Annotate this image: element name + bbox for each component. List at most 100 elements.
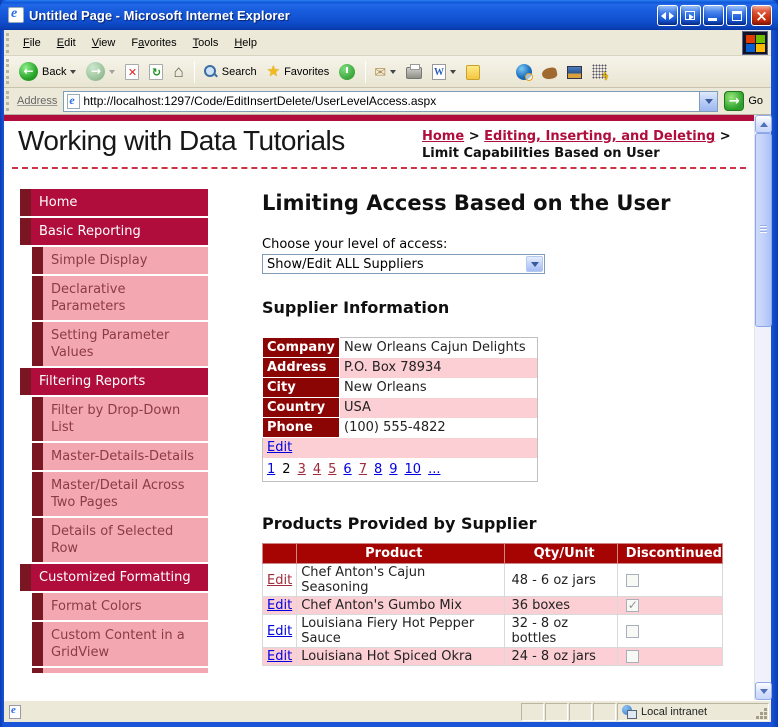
- discontinued-checkbox[interactable]: [625, 573, 639, 587]
- menu-bullet-icon: [32, 322, 43, 366]
- toolbar-grip[interactable]: [6, 59, 11, 84]
- sidebar-item-home[interactable]: Home: [20, 189, 208, 216]
- go-button[interactable]: →: [724, 91, 745, 111]
- sidebar-item-simple-display[interactable]: Simple Display: [32, 247, 208, 274]
- stop-icon: ✕: [125, 63, 140, 80]
- sidebar-item-master-detail-across-two-pages[interactable]: Master/Detail Across Two Pages: [32, 472, 208, 516]
- close-button[interactable]: ×: [751, 5, 772, 26]
- addon-lookup-button[interactable]: [563, 62, 586, 81]
- sidebar-item-partially-visible[interactable]: Custom Content in a DetailsView: [32, 668, 208, 673]
- stop-button[interactable]: ✕: [121, 62, 143, 82]
- scrollbar-thumb[interactable]: [755, 133, 772, 327]
- discontinued-checkbox[interactable]: [625, 650, 639, 663]
- grid-header-row: Product Qty/Unit Discontinued: [261, 543, 724, 564]
- menu-tools[interactable]: Tools: [185, 34, 227, 52]
- menu-view[interactable]: View: [84, 34, 124, 52]
- sidebar-item-basic-reporting[interactable]: Basic Reporting: [20, 218, 208, 245]
- export-window-icon: [685, 11, 695, 20]
- minimize-button[interactable]: [703, 5, 724, 26]
- menubar-grip[interactable]: [6, 32, 11, 53]
- mail-button[interactable]: ✉: [370, 63, 400, 81]
- home-icon: ⌂: [173, 62, 184, 81]
- menu-favorites[interactable]: Favorites: [123, 34, 184, 52]
- forward-button[interactable]: →: [82, 60, 119, 83]
- discontinued-checkbox[interactable]: [625, 598, 639, 612]
- status-pane: [569, 702, 592, 721]
- discontinued-checkbox[interactable]: [625, 624, 639, 638]
- product-edit-link[interactable]: Edit: [267, 573, 292, 588]
- vertical-scrollbar[interactable]: [754, 115, 772, 700]
- forward-icon: →: [86, 62, 106, 81]
- history-button[interactable]: [335, 62, 359, 82]
- page-header: Working with Data Tutorials Home > Editi…: [4, 121, 754, 167]
- product-edit-link[interactable]: Edit: [267, 598, 292, 613]
- back-label: Back: [42, 65, 67, 78]
- table-row: Edit: [262, 437, 538, 458]
- sidebar-item-custom-content-gridview[interactable]: Custom Content in a GridView: [32, 622, 208, 666]
- select-arrow-button[interactable]: [526, 256, 543, 272]
- standard-toolbar: ← Back → ✕ ↻ ⌂ Search ★ Favorites ✉ W ϟ: [4, 56, 771, 88]
- table-row: Edit Louisiana Hot Spiced Okra 24 - 8 oz…: [261, 647, 724, 666]
- address-input[interactable]: [83, 92, 700, 110]
- pager-page-7[interactable]: 7: [359, 462, 367, 477]
- sidebar-item-master-details-details[interactable]: Master-Details-Details: [32, 443, 208, 470]
- security-zone-label: Local intranet: [641, 705, 708, 718]
- products-section-heading: Products Provided by Supplier: [262, 514, 537, 533]
- pager-page-9[interactable]: 9: [389, 462, 397, 477]
- scroll-down-button[interactable]: [755, 682, 772, 700]
- search-button[interactable]: Search: [199, 62, 261, 81]
- sidebar-item-customized-formatting[interactable]: Customized Formatting: [20, 564, 208, 591]
- menu-bullet-icon: [32, 276, 43, 320]
- supplier-edit-link[interactable]: Edit: [267, 440, 292, 455]
- pager-next-ellipsis[interactable]: ...: [428, 462, 440, 477]
- pager-page-8[interactable]: 8: [374, 462, 382, 477]
- sidebar-item-setting-parameter-values[interactable]: Setting Parameter Values: [32, 322, 208, 366]
- pager-page-1[interactable]: 1: [267, 462, 275, 477]
- addon-research-button[interactable]: [538, 63, 561, 81]
- pager-page-4[interactable]: 4: [313, 462, 321, 477]
- sidebar-item-filtering-reports[interactable]: Filtering Reports: [20, 368, 208, 395]
- sidebar-item-declarative-parameters[interactable]: Declarative Parameters: [32, 276, 208, 320]
- edit-with-word-button[interactable]: W: [428, 62, 460, 82]
- addon-script-button[interactable]: ϟ: [588, 62, 611, 82]
- table-row: Edit Louisiana Fiery Hot Pepper Sauce 32…: [261, 614, 724, 648]
- pager-page-3[interactable]: 3: [298, 462, 306, 477]
- sidebar-item-details-of-selected-row[interactable]: Details of Selected Row: [32, 518, 208, 562]
- menu-help[interactable]: Help: [226, 34, 265, 52]
- web-page: Working with Data Tutorials Home > Editi…: [4, 115, 754, 700]
- products-grid: Product Qty/Unit Discontinued Edit Chef …: [261, 543, 724, 666]
- pager-page-6[interactable]: 6: [343, 462, 351, 477]
- left-right-arrows-icon: [661, 12, 674, 20]
- back-button[interactable]: ← Back: [15, 60, 80, 83]
- access-level-label: Choose your level of access:: [262, 237, 448, 252]
- status-pane: [593, 702, 616, 721]
- scroll-up-button[interactable]: [755, 115, 772, 133]
- product-edit-link[interactable]: Edit: [267, 649, 292, 664]
- favorites-button[interactable]: ★ Favorites: [263, 62, 334, 81]
- address-dropdown-button[interactable]: [699, 91, 718, 111]
- menu-file[interactable]: File: [15, 34, 49, 52]
- sidebar-item-format-colors[interactable]: Format Colors: [32, 593, 208, 620]
- site-title: Working with Data Tutorials: [18, 125, 345, 156]
- title-custom-export-button[interactable]: [680, 5, 701, 26]
- breadcrumb-section-link[interactable]: Editing, Inserting, and Deleting: [484, 129, 715, 144]
- title-custom-arrows-button[interactable]: [657, 5, 678, 26]
- home-button[interactable]: ⌂: [169, 61, 187, 82]
- print-button[interactable]: [402, 62, 426, 81]
- status-pane: [521, 702, 544, 721]
- addon-web-search-button[interactable]: [512, 62, 536, 82]
- table-row: Edit Chef Anton's Gumbo Mix 36 boxes: [261, 596, 724, 615]
- window-resize-grip[interactable]: [764, 715, 767, 719]
- addressbar-grip[interactable]: [6, 90, 11, 112]
- pager-page-10[interactable]: 10: [405, 462, 422, 477]
- product-edit-link[interactable]: Edit: [267, 624, 292, 639]
- access-level-select[interactable]: Show/Edit ALL Suppliers: [262, 254, 545, 274]
- maximize-button[interactable]: [726, 5, 747, 26]
- breadcrumb-separator: >: [719, 129, 731, 144]
- breadcrumb-home-link[interactable]: Home: [422, 129, 464, 144]
- messenger-button[interactable]: [462, 62, 484, 82]
- sidebar-item-filter-by-dropdown-list[interactable]: Filter by Drop-Down List: [32, 397, 208, 441]
- menu-edit[interactable]: Edit: [49, 34, 84, 52]
- refresh-button[interactable]: ↻: [145, 62, 167, 82]
- pager-page-5[interactable]: 5: [328, 462, 336, 477]
